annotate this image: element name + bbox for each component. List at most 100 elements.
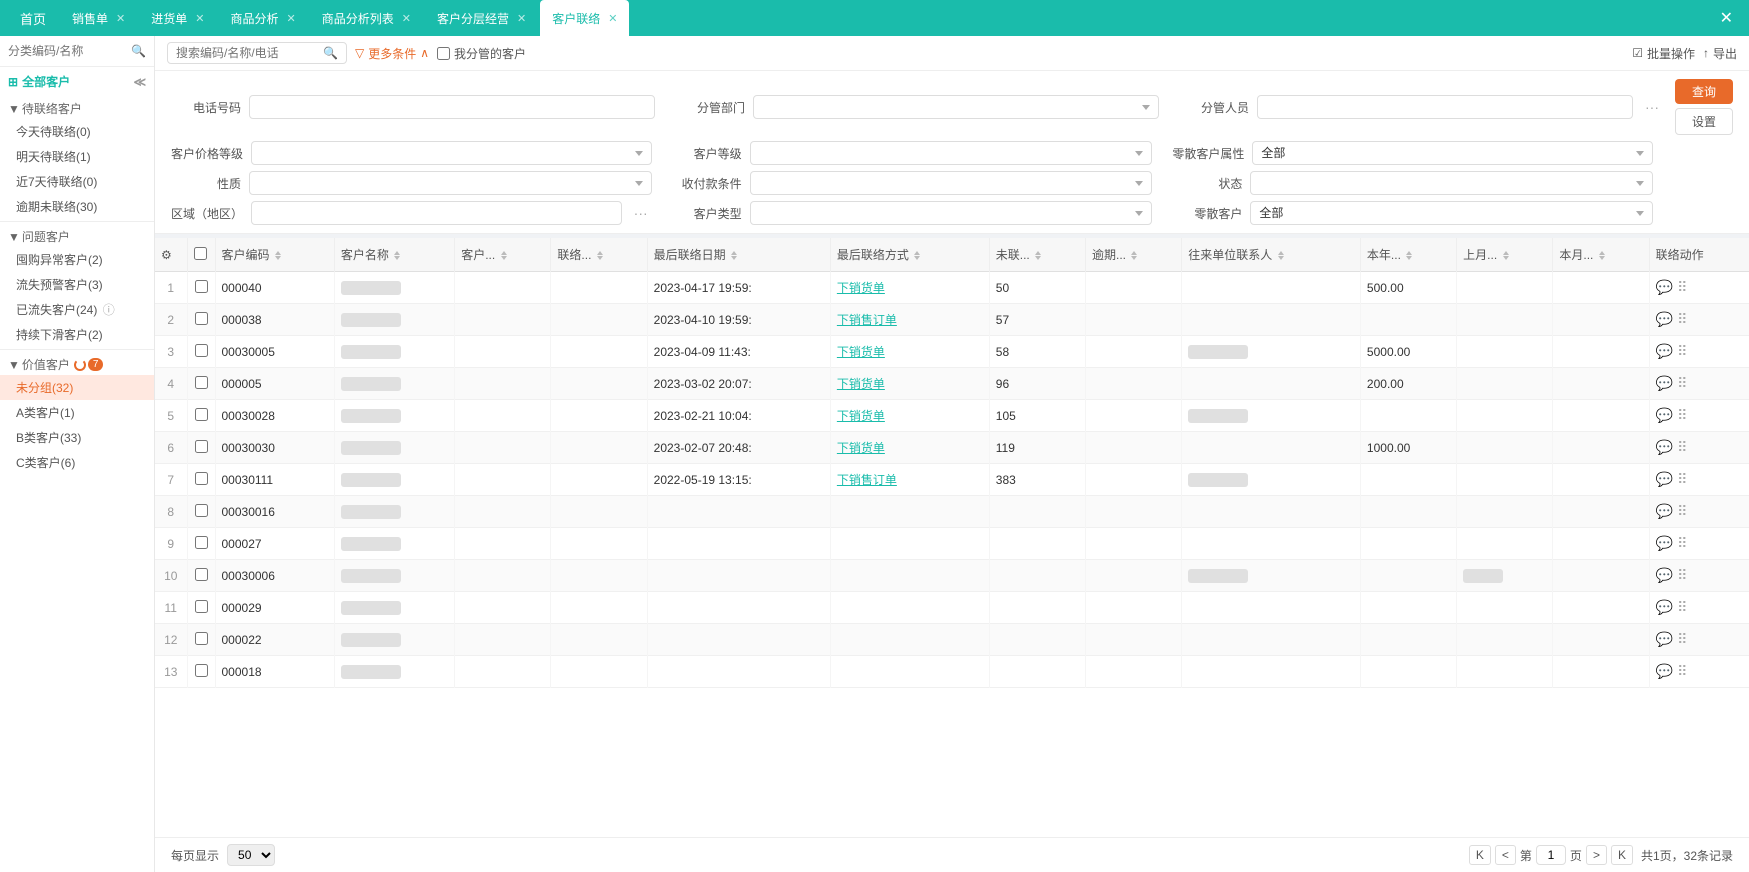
- row-checkbox[interactable]: [195, 280, 208, 293]
- col-this-year[interactable]: 本年...: [1360, 238, 1456, 272]
- sidebar-all-customers[interactable]: ⊞ 全部客户 ≪: [0, 67, 154, 96]
- nav-tab-analysis-list[interactable]: 商品分析列表 ✕: [310, 0, 423, 36]
- chat-icon[interactable]: 💬: [1656, 407, 1673, 424]
- sort-icon[interactable]: [914, 251, 920, 260]
- sort-icon[interactable]: [501, 251, 507, 260]
- sidebar-item-declining[interactable]: 持续下滑客户(2): [0, 322, 154, 347]
- chat-icon[interactable]: 💬: [1656, 567, 1673, 584]
- cell-checkbox[interactable]: [187, 368, 215, 400]
- contact-way-link[interactable]: 下销售订单: [837, 313, 897, 327]
- col-this-month[interactable]: 本月...: [1553, 238, 1649, 272]
- select-all-checkbox[interactable]: [194, 247, 207, 260]
- row-checkbox[interactable]: [195, 312, 208, 325]
- filter-dept-select[interactable]: [753, 95, 1159, 119]
- contact-way-link[interactable]: 下销货单: [837, 281, 885, 295]
- filter-area-input[interactable]: [251, 201, 622, 225]
- reset-button[interactable]: 设置: [1675, 108, 1733, 135]
- sidebar-item-churn-warning[interactable]: 流失预警客户(3): [0, 272, 154, 297]
- sort-icon[interactable]: [1035, 251, 1041, 260]
- row-checkbox[interactable]: [195, 376, 208, 389]
- my-customers-checkbox[interactable]: [437, 47, 450, 60]
- more-icon[interactable]: ⠿: [1677, 343, 1687, 360]
- col-last-contact-date[interactable]: 最后联络日期: [647, 238, 830, 272]
- more-filter-button[interactable]: ▽ 更多条件 ∧: [355, 45, 429, 62]
- nav-tab-analysis[interactable]: 商品分析 ✕: [218, 0, 307, 36]
- cell-checkbox[interactable]: [187, 528, 215, 560]
- col-name[interactable]: 客户名称: [334, 238, 454, 272]
- contact-way-link[interactable]: 下销货单: [837, 345, 885, 359]
- more-icon[interactable]: ⠿: [1677, 471, 1687, 488]
- sort-icon[interactable]: [1278, 251, 1284, 260]
- chat-icon[interactable]: 💬: [1656, 343, 1673, 360]
- more-icon[interactable]: ⠿: [1677, 439, 1687, 456]
- filter-payment-select[interactable]: [750, 171, 1153, 195]
- page-prev-button[interactable]: <: [1495, 845, 1516, 865]
- page-next-button[interactable]: >: [1586, 845, 1607, 865]
- more-icon[interactable]: ⠿: [1677, 599, 1687, 616]
- cell-checkbox[interactable]: [187, 304, 215, 336]
- col-last-contact-way[interactable]: 最后联络方式: [830, 238, 989, 272]
- cell-last-contact-way[interactable]: 下销货单: [830, 432, 989, 464]
- close-icon[interactable]: ✕: [116, 12, 125, 25]
- more-icon[interactable]: ⠿: [1677, 631, 1687, 648]
- cell-last-contact-way[interactable]: 下销货单: [830, 272, 989, 304]
- sidebar-item-abnormal[interactable]: 囤购异常客户(2): [0, 247, 154, 272]
- filter-customer-level-select[interactable]: [750, 141, 1153, 165]
- sidebar-item-overdue[interactable]: 逾期未联络(30): [0, 194, 154, 219]
- filter-phone-input[interactable]: [249, 95, 655, 119]
- more-icon[interactable]: ⠿: [1677, 311, 1687, 328]
- cell-checkbox[interactable]: [187, 336, 215, 368]
- search-icon[interactable]: 🔍: [131, 44, 146, 58]
- cell-checkbox[interactable]: [187, 272, 215, 304]
- filter-status-select[interactable]: [1250, 171, 1653, 195]
- cell-last-contact-way[interactable]: 下销售订单: [830, 304, 989, 336]
- sidebar-item-churned[interactable]: 已流失客户(24) ⓘ: [0, 297, 154, 322]
- cell-checkbox[interactable]: [187, 560, 215, 592]
- cell-checkbox[interactable]: [187, 656, 215, 688]
- close-icon[interactable]: ✕: [287, 12, 296, 25]
- cell-last-contact-way[interactable]: [830, 528, 989, 560]
- contact-way-link[interactable]: 下销售订单: [837, 473, 897, 487]
- row-checkbox[interactable]: [195, 408, 208, 421]
- contact-way-link[interactable]: 下销货单: [837, 441, 885, 455]
- cell-checkbox[interactable]: [187, 496, 215, 528]
- contact-way-link[interactable]: 下销货单: [837, 409, 885, 423]
- row-checkbox[interactable]: [195, 504, 208, 517]
- sort-icon[interactable]: [731, 251, 737, 260]
- sidebar-item-today-pending[interactable]: 今天待联络(0): [0, 119, 154, 144]
- more-icon[interactable]: ⠿: [1677, 535, 1687, 552]
- more-icon[interactable]: ⠿: [1677, 503, 1687, 520]
- row-checkbox[interactable]: [195, 344, 208, 357]
- chat-icon[interactable]: 💬: [1656, 375, 1673, 392]
- col-type[interactable]: 客户...: [455, 238, 551, 272]
- search-icon[interactable]: 🔍: [323, 46, 338, 60]
- sort-icon[interactable]: [275, 251, 281, 260]
- search-input[interactable]: [176, 46, 319, 60]
- row-checkbox[interactable]: [195, 472, 208, 485]
- page-number-input[interactable]: [1536, 845, 1566, 865]
- close-icon[interactable]: ✕: [608, 12, 617, 25]
- filter-price-level-select[interactable]: [251, 141, 652, 165]
- sidebar-item-ungroup[interactable]: 未分组(32): [0, 375, 154, 400]
- cell-last-contact-way[interactable]: 下销货单: [830, 368, 989, 400]
- more-icon[interactable]: ⠿: [1677, 663, 1687, 680]
- per-page-select[interactable]: 50: [227, 844, 275, 866]
- chat-icon[interactable]: 💬: [1656, 503, 1673, 520]
- row-checkbox[interactable]: [195, 536, 208, 549]
- my-customers-checkbox-label[interactable]: 我分管的客户: [437, 45, 526, 62]
- cell-last-contact-way[interactable]: [830, 624, 989, 656]
- col-overdue[interactable]: 逾期...: [1086, 238, 1182, 272]
- nav-tab-customer-contact[interactable]: 客户联络 ✕: [540, 0, 629, 36]
- col-checkbox-all[interactable]: [187, 238, 215, 272]
- filter-person-dots[interactable]: ···: [1641, 99, 1663, 115]
- nav-home[interactable]: 首页: [8, 9, 58, 28]
- chat-icon[interactable]: 💬: [1656, 279, 1673, 296]
- sort-icon[interactable]: [597, 251, 603, 260]
- sidebar-item-tomorrow-pending[interactable]: 明天待联络(1): [0, 144, 154, 169]
- cell-last-contact-way[interactable]: 下销货单: [830, 400, 989, 432]
- chat-icon[interactable]: 💬: [1656, 439, 1673, 456]
- more-icon[interactable]: ⠿: [1677, 279, 1687, 296]
- row-checkbox[interactable]: [195, 632, 208, 645]
- sort-icon[interactable]: [1131, 251, 1137, 260]
- nav-tab-customer-segment[interactable]: 客户分层经营 ✕: [425, 0, 538, 36]
